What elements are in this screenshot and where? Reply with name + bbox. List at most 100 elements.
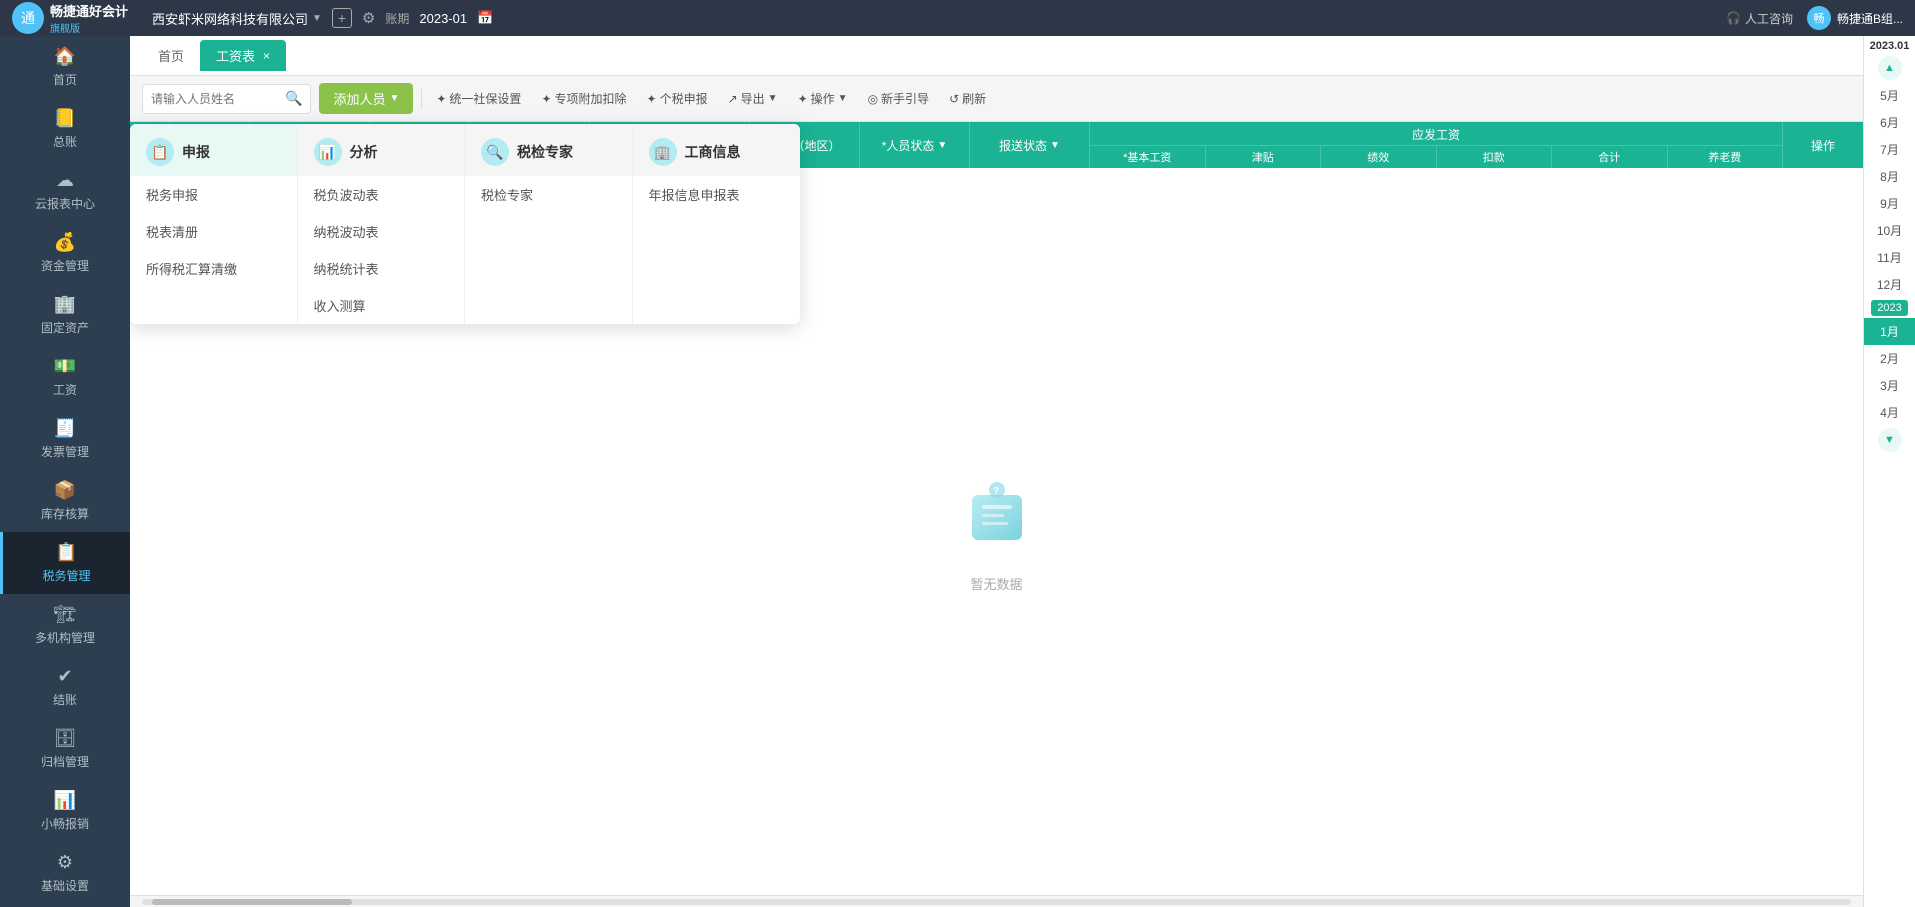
- sidebar-item-asset[interactable]: 🏢 固定资产: [0, 284, 130, 346]
- add-company-button[interactable]: +: [332, 8, 352, 28]
- toolbar: 🔍 添加人员 ▼ ✦ 统一社保设置 ✦ 专项附加扣除 ✦ 个税申报 ↗ 导出: [130, 76, 1863, 122]
- date-month-9[interactable]: 9月: [1864, 190, 1915, 217]
- archive-icon: 🗄: [54, 728, 77, 749]
- th-report-status[interactable]: 报送状态 ▼: [970, 122, 1090, 168]
- th-pension: 养老费: [1668, 146, 1783, 168]
- status-filter-icon: ▼: [937, 140, 947, 151]
- logo-area: 通 畅捷通好会计 旗舰版: [12, 1, 142, 35]
- multi-org-icon: 🏗: [54, 604, 77, 625]
- scrollbar-thumb[interactable]: [152, 899, 352, 905]
- service-label: 人工咨询: [1745, 10, 1793, 27]
- refresh-button[interactable]: ↺ 刷新: [943, 86, 992, 111]
- add-person-button[interactable]: 添加人员 ▼: [319, 83, 413, 114]
- special-deduction-button[interactable]: ✦ 专项附加扣除: [535, 86, 632, 111]
- settings-icon[interactable]: ⚙: [362, 9, 375, 27]
- sidebar-item-mini-sales[interactable]: 📊 小畅报销: [0, 780, 130, 842]
- date-month-5[interactable]: 5月: [1864, 82, 1915, 109]
- date-panel-header: 2023.01: [1870, 36, 1910, 54]
- app-version: 旗舰版: [50, 20, 128, 35]
- date-month-7[interactable]: 7月: [1864, 136, 1915, 163]
- company-selector[interactable]: 西安虾米网络科技有限公司 ▼: [152, 9, 322, 28]
- year-badge[interactable]: 2023: [1871, 300, 1907, 316]
- payroll-icon: 💵: [54, 356, 76, 377]
- date-nav-up[interactable]: ▲: [1878, 56, 1902, 80]
- guide-icon: ◎: [868, 92, 878, 106]
- service-button[interactable]: 🎧 人工咨询: [1726, 10, 1793, 27]
- sidebar-item-tax[interactable]: 📋 税务管理: [0, 532, 130, 594]
- export-icon: ↗: [728, 92, 738, 106]
- tax-filing-icon: ✦: [647, 92, 657, 106]
- search-input[interactable]: [151, 92, 281, 106]
- tax-filing-button[interactable]: ✦ 个税申报: [641, 86, 714, 111]
- date-month-8[interactable]: 8月: [1864, 163, 1915, 190]
- dropdown-item-tax-expert[interactable]: 税检专家: [465, 176, 632, 213]
- date-month-1-active[interactable]: 1月: [1864, 318, 1915, 345]
- tab-home[interactable]: 首页: [142, 40, 200, 71]
- date-month-2[interactable]: 2月: [1864, 345, 1915, 372]
- add-person-dropdown-icon: ▼: [389, 93, 399, 104]
- social-insurance-button[interactable]: ✦ 统一社保设置: [430, 86, 527, 111]
- headset-icon: 🎧: [1726, 11, 1741, 25]
- dropdown-item-tax-burden[interactable]: 税负波动表: [298, 176, 465, 213]
- date-month-11[interactable]: 11月: [1864, 244, 1915, 271]
- sidebar-item-invoice[interactable]: 🧾 发票管理: [0, 408, 130, 470]
- avatar: 畅: [1807, 6, 1831, 30]
- tab-bar: 首页 工资表 ×: [130, 36, 1863, 76]
- scrollbar-area[interactable]: [130, 895, 1863, 907]
- date-month-3[interactable]: 3月: [1864, 372, 1915, 399]
- dropdown-item-income-tax[interactable]: 所得税汇算清缴: [130, 250, 297, 287]
- sidebar-item-multi-org[interactable]: 🏗 多机构管理: [0, 594, 130, 656]
- sidebar-item-ledger[interactable]: 📒 总账: [0, 98, 130, 160]
- sidebar-item-inventory[interactable]: 📦 库存核算: [0, 470, 130, 532]
- search-input-wrap: 🔍: [142, 84, 311, 114]
- sidebar-item-basic[interactable]: ⚙ 基础设置: [0, 842, 130, 904]
- ledger-icon: 📒: [54, 108, 76, 129]
- guide-button[interactable]: ◎ 新手引导: [862, 86, 936, 111]
- operation-button[interactable]: ✦ 操作 ▼: [792, 86, 854, 111]
- date-month-12[interactable]: 12月: [1864, 271, 1915, 298]
- dropdown-col-tax-expert: 🔍 税检专家 税检专家: [465, 124, 633, 324]
- sidebar-item-cloud[interactable]: ☁ 云报表中心: [0, 160, 130, 222]
- dropdown-item-annual-report[interactable]: 年报信息申报表: [633, 176, 801, 213]
- export-button[interactable]: ↗ 导出 ▼: [722, 86, 784, 111]
- sidebar-item-home[interactable]: 🏠 首页: [0, 36, 130, 98]
- dropdown-item-income-calc[interactable]: 收入测算: [298, 287, 465, 324]
- separator-1: [421, 89, 422, 109]
- calendar-icon[interactable]: 📅: [477, 10, 493, 26]
- user-info[interactable]: 畅 畅捷通B组...: [1807, 6, 1903, 30]
- sidebar: 🏠 首页 📒 总账 ☁ 云报表中心 💰 资金管理 🏢 固定资产 💵 工资 🧾 发…: [0, 36, 130, 907]
- th-status[interactable]: *人员状态 ▼: [860, 122, 970, 168]
- dropdown-item-tax-table[interactable]: 税表清册: [130, 213, 297, 250]
- dropdown-col-business-info: 🏢 工商信息 年报信息申报表: [633, 124, 801, 324]
- sidebar-item-archive[interactable]: 🗄 归档管理: [0, 718, 130, 780]
- scrollbar-track[interactable]: [142, 899, 1851, 905]
- content-area: 首页 工资表 × 🔍 添加人员 ▼ ✦ 统一社保设置 ✦: [130, 36, 1863, 907]
- date-nav-down[interactable]: ▼: [1878, 428, 1902, 452]
- dropdown-item-tax-stats[interactable]: 纳税统计表: [298, 250, 465, 287]
- dropdown-item-tax-filing[interactable]: 税务申报: [130, 176, 297, 213]
- tab-payroll[interactable]: 工资表 ×: [200, 40, 286, 71]
- date-month-6[interactable]: 6月: [1864, 109, 1915, 136]
- settle-icon: ✔: [57, 666, 72, 687]
- sidebar-item-payroll[interactable]: 💵 工资: [0, 346, 130, 408]
- dropdown-item-tax-fluctuation[interactable]: 纳税波动表: [298, 213, 465, 250]
- date-month-10[interactable]: 10月: [1864, 217, 1915, 244]
- dropdown-col-header-declaration: 📋 申报: [130, 124, 297, 176]
- th-total: 合计: [1552, 146, 1668, 168]
- company-name: 西安虾米网络科技有限公司: [152, 9, 308, 28]
- sidebar-item-settle[interactable]: ✔ 结账: [0, 656, 130, 718]
- logo-icon: 通: [12, 2, 44, 34]
- dropdown-col-analysis: 📊 分析 税负波动表 纳税波动表 纳税统计表 收入测算: [298, 124, 466, 324]
- date-month-4[interactable]: 4月: [1864, 399, 1915, 426]
- asset-icon: 🏢: [54, 294, 76, 315]
- sidebar-item-fund[interactable]: 💰 资金管理: [0, 222, 130, 284]
- fund-icon: 💰: [54, 232, 76, 253]
- home-icon: 🏠: [54, 46, 76, 67]
- dropdown-menu: 📋 申报 税务申报 税表清册 所得税汇算清缴 📊 分析 税负波动表 纳税波动表 …: [130, 124, 800, 324]
- th-operation: 操作: [1783, 122, 1863, 168]
- search-icon: 🔍: [285, 90, 302, 107]
- declaration-col-icon: 📋: [146, 138, 174, 166]
- tab-close-icon[interactable]: ×: [263, 49, 270, 63]
- basic-icon: ⚙: [57, 852, 73, 873]
- analysis-col-icon: 📊: [314, 138, 342, 166]
